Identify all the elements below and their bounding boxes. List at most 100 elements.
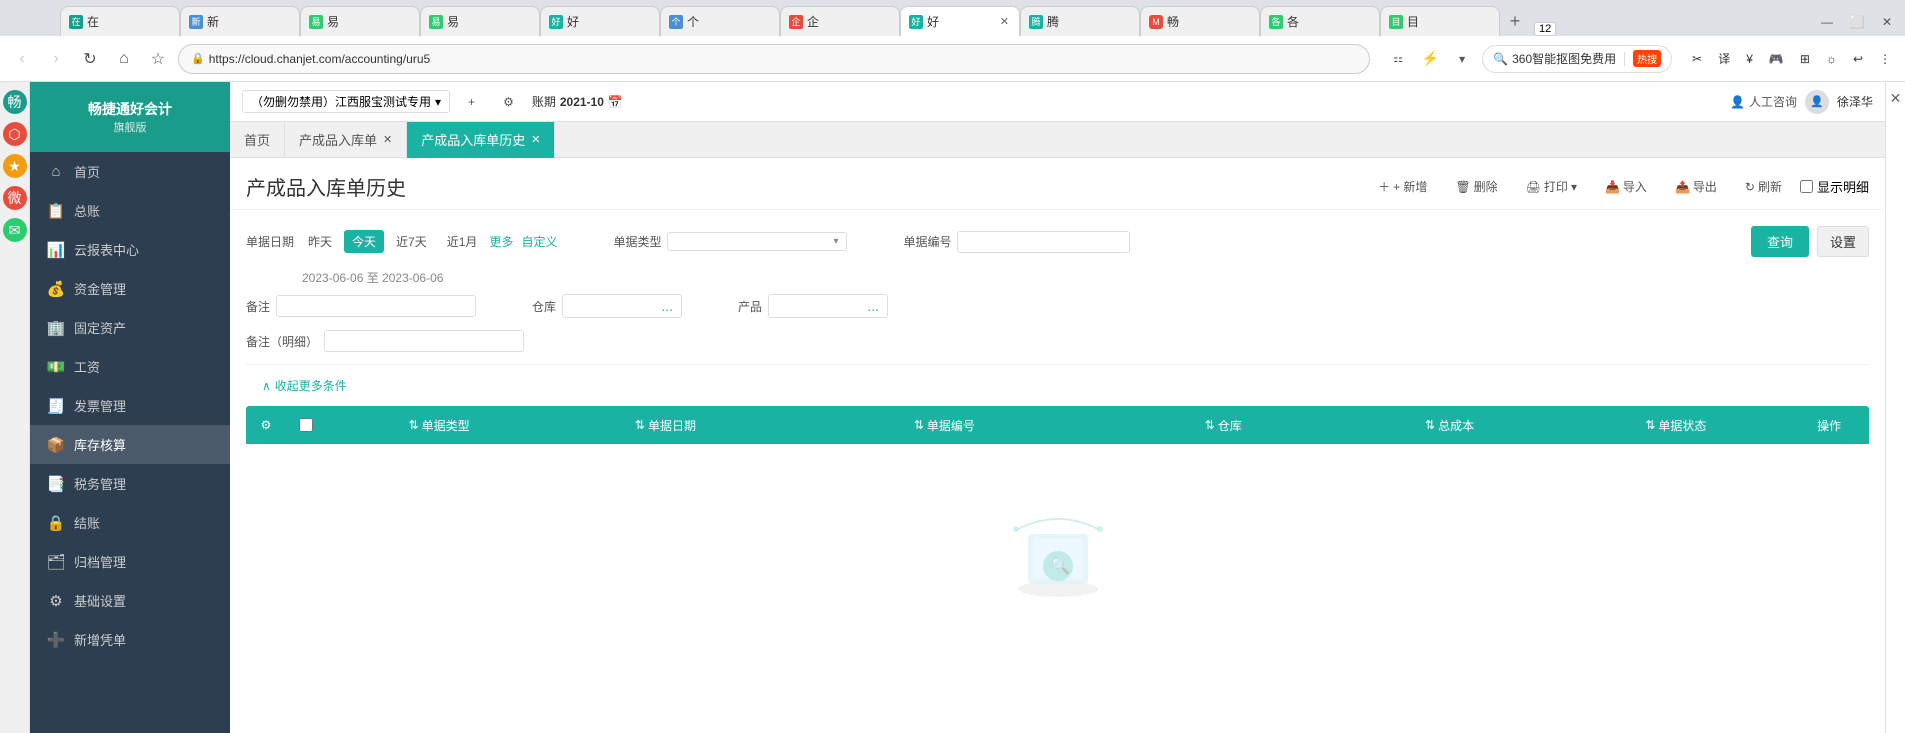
tab-6[interactable]: 个 个 [660,6,780,36]
date-yesterday-btn[interactable]: 昨天 [300,230,340,253]
collapse-button[interactable]: ∧ 收起更多条件 [246,371,1869,400]
back-button[interactable]: ‹ [8,45,36,73]
delete-button[interactable]: 🗑 删除 [1445,174,1507,199]
app-icon-1[interactable]: ⬡ [3,122,27,146]
company-settings-button[interactable]: ⚙ [493,91,524,113]
nav-item-funds[interactable]: 💰 资金管理 [30,269,230,308]
more-icon[interactable]: ⋮ [1873,45,1897,73]
add-tab-button[interactable]: + [1500,6,1530,36]
breadcrumb-history-close-icon[interactable]: ✕ [531,133,540,146]
date-7days-btn[interactable]: 近7天 [388,230,435,253]
warehouse-select[interactable]: ... [562,294,682,318]
window-minimize-button[interactable]: — [1813,8,1841,36]
product-ellipsis-icon[interactable]: ... [867,298,879,314]
product-select[interactable]: ... [768,294,888,318]
nav-item-payroll[interactable]: 💵 工资 [30,347,230,386]
grid-icon[interactable]: ⊞ [1794,45,1816,73]
th-cost[interactable]: ⇅ 总成本 [1336,417,1562,434]
detail-remark-input[interactable] [324,330,524,352]
tab-5[interactable]: 好 好 [540,6,660,36]
address-input[interactable]: 🔒 https://cloud.chanjet.com/accounting/u… [178,44,1370,74]
tab-8-close-icon[interactable]: ✕ [998,13,1011,30]
app-icon-3[interactable]: 微 [3,186,27,210]
tab-1[interactable]: 在 在 [60,6,180,36]
type-select[interactable]: ▾ [667,232,847,251]
home-button[interactable]: ⌂ [110,45,138,73]
period-selector[interactable]: 账期 2021-10 📅 [532,93,623,110]
tab-4[interactable]: 易 易 [420,6,540,36]
settings-query-button[interactable]: 设置 [1817,226,1869,257]
th-gear[interactable]: ⚙ [246,418,286,432]
th-type[interactable]: ⇅ 单据类型 [326,417,552,434]
show-columns-checkbox[interactable] [1800,180,1813,193]
remark-input[interactable] [276,295,476,317]
refresh-button[interactable]: ↻ [76,45,104,73]
th-date[interactable]: ⇅ 单据日期 [552,417,778,434]
tab-3[interactable]: 易 易 [300,6,420,36]
th-warehouse[interactable]: ⇅ 仓库 [1110,417,1336,434]
app-icon-erp[interactable]: 畅 [3,90,27,114]
right-panel-close-button[interactable]: ✕ [1890,90,1902,107]
scissors-icon[interactable]: ✂ [1686,45,1708,73]
number-input[interactable] [957,231,1130,253]
query-button[interactable]: 查询 [1751,226,1809,257]
company-selector[interactable]: （勿删勿禁用）江西服宝测试专用 ▾ [242,90,450,113]
service-icon: 👤 [1730,95,1745,109]
undo-icon[interactable]: ↩ [1847,45,1869,73]
nav-item-invoice[interactable]: 🧾 发票管理 [30,386,230,425]
th-check[interactable] [286,418,326,432]
nav-item-tax[interactable]: 📑 税务管理 [30,464,230,503]
tab-7[interactable]: 企 企 [780,6,900,36]
nav-item-archive[interactable]: 🗂 归档管理 [30,542,230,581]
date-more-btn[interactable]: 更多 [489,233,513,250]
tab-8[interactable]: 好 好 ✕ [900,6,1020,36]
tab-11[interactable]: 各 各 [1260,6,1380,36]
app-icon-2[interactable]: ★ [3,154,27,178]
breadcrumb-list-close-icon[interactable]: ✕ [383,133,392,146]
show-columns-toggle[interactable]: 显示明细 [1800,177,1869,196]
tab-12[interactable]: 目 目 [1380,6,1500,36]
user-service-button[interactable]: 👤 人工咨询 [1730,93,1797,110]
select-all-checkbox[interactable] [299,418,313,432]
nav-item-home[interactable]: ⌂ 首页 [30,152,230,191]
dropdown-button[interactable]: ▾ [1448,45,1476,73]
lightning-button[interactable]: ⚡ [1416,45,1444,73]
empty-illustration: 🔍 [998,504,1118,623]
nav-item-closing[interactable]: 🔒 结账 [30,503,230,542]
tab-2[interactable]: 新 新 [180,6,300,36]
th-status[interactable]: ⇅ 单据状态 [1563,417,1789,434]
forward-button[interactable]: › [42,45,70,73]
app-icon-4[interactable]: ✉ [3,218,27,242]
print-button[interactable]: 🖨 打印 ▾ [1516,174,1587,199]
nav-item-ledger[interactable]: 📋 总账 [30,191,230,230]
breadcrumb-home[interactable]: 首页 [230,122,285,158]
breadcrumb-list[interactable]: 产成品入库单 ✕ [285,122,407,158]
breadcrumb-history[interactable]: 产成品入库单历史 ✕ [407,122,555,158]
yuan-icon[interactable]: ¥ [1740,45,1759,73]
add-company-button[interactable]: + [458,91,485,113]
nav-item-fixed-assets[interactable]: 🏢 固定资产 [30,308,230,347]
extension-button[interactable]: ⚏ [1384,45,1412,73]
nav-item-new-voucher[interactable]: ➕ 新增凭单 [30,620,230,659]
window-maximize-button[interactable]: ⬜ [1843,8,1871,36]
import-button[interactable]: 📥 导入 [1595,174,1657,199]
bookmark-button[interactable]: ☆ [144,45,172,73]
window-close-button[interactable]: ✕ [1873,8,1901,36]
refresh-action-button[interactable]: ↻ 刷新 [1735,174,1792,199]
add-button[interactable]: ＋ + 新增 [1368,174,1437,199]
export-button[interactable]: 📤 导出 [1665,174,1727,199]
translate-icon[interactable]: 译 [1712,45,1736,73]
search-box[interactable]: 🔍 360智能抠图免费用 热搜 [1482,45,1672,73]
warehouse-ellipsis-icon[interactable]: ... [661,298,673,314]
nav-item-inventory[interactable]: 📦 库存核算 [30,425,230,464]
tab-10[interactable]: M 畅 [1140,6,1260,36]
nav-item-reports[interactable]: 📊 云报表中心 [30,230,230,269]
game-icon[interactable]: 🎮 [1763,45,1790,73]
nav-item-settings[interactable]: ⚙ 基础设置 [30,581,230,620]
date-today-btn[interactable]: 今天 [344,230,384,253]
display-icon[interactable]: ☼ [1820,45,1843,73]
th-number[interactable]: ⇅ 单据编号 [779,417,1110,434]
date-custom-btn[interactable]: 自定义 [521,233,557,250]
tab-9[interactable]: 腾 腾 [1020,6,1140,36]
date-1month-btn[interactable]: 近1月 [439,230,486,253]
